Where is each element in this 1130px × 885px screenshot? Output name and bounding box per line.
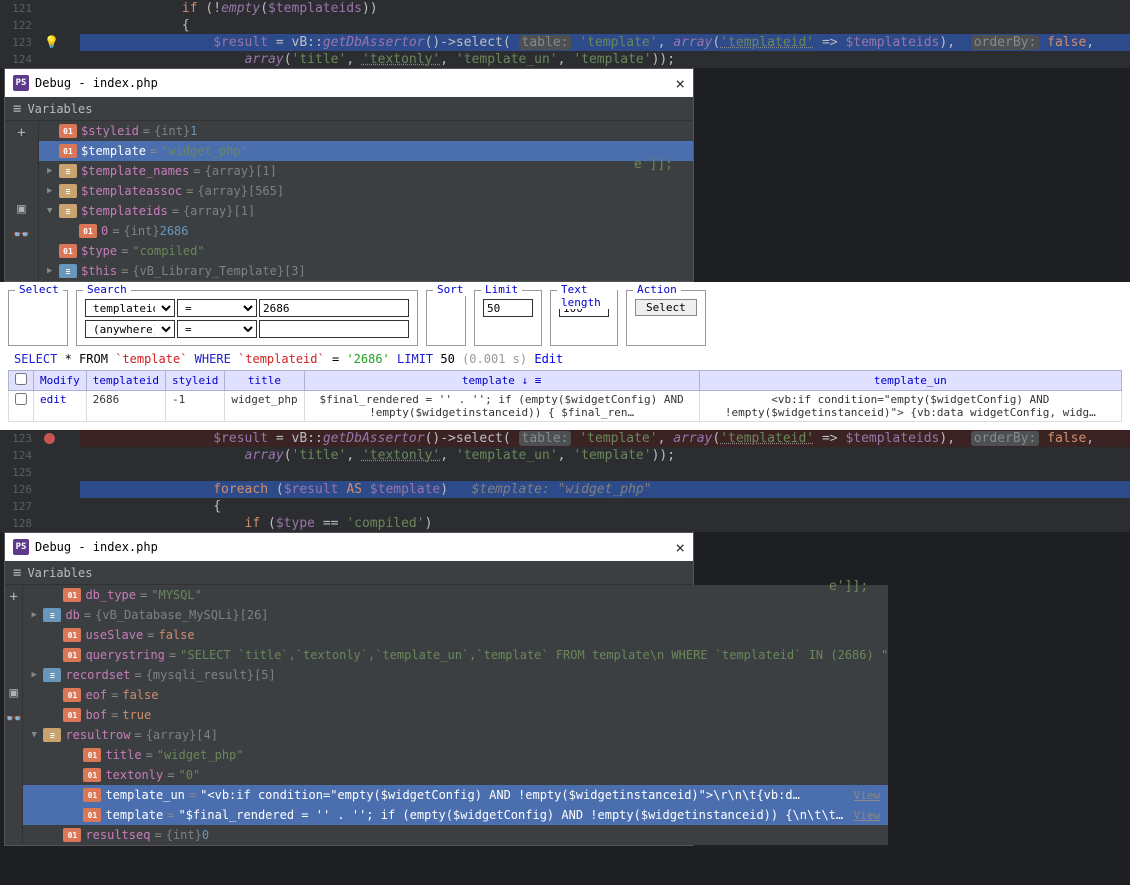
edit-row-link[interactable]: edit [34, 391, 87, 422]
select-fieldset: Select [8, 290, 68, 346]
select-all-checkbox[interactable] [15, 373, 27, 385]
search-fieldset: Search templateid = (anywhere) = [76, 290, 418, 346]
add-icon[interactable]: + [10, 589, 18, 605]
modify-header[interactable]: Modify [34, 371, 87, 391]
search-value-input[interactable] [259, 299, 409, 317]
debug-titlebar[interactable]: PS Debug - index.php × [5, 69, 693, 97]
close-icon[interactable]: × [675, 538, 685, 557]
op-select-2[interactable]: = [177, 320, 257, 338]
line-number: 128 [0, 515, 40, 532]
line-number: 124 [0, 51, 40, 68]
sql-query-display: SELECT * FROM `template` WHERE `template… [8, 352, 1122, 366]
debug-title-label: Debug - index.php [35, 540, 158, 554]
line-number: 122 [0, 17, 40, 34]
field-select[interactable]: templateid [85, 299, 175, 317]
line-number: 123 [0, 34, 40, 51]
debug-title-label: Debug - index.php [35, 76, 158, 90]
debug-sidebar: + ▣ 👓 [5, 585, 23, 845]
line-number: 123 [0, 430, 40, 447]
expand-arrow-icon[interactable]: ▶ [31, 670, 43, 680]
breakpoint-icon[interactable] [44, 433, 55, 444]
intention-bulb-icon[interactable]: 💡 [44, 34, 59, 51]
cell-templateid: 2686 [86, 391, 165, 422]
variable-row-selected: 01$template="widget_php" [39, 141, 693, 161]
line-number: 127 [0, 498, 40, 515]
menu-icon[interactable]: ≡ [13, 101, 21, 117]
debug-panel-bottom: PS Debug - index.php × ≡ Variables + ▣ 👓… [4, 532, 694, 846]
glasses-icon[interactable]: 👓 [5, 711, 22, 727]
styleid-header[interactable]: styleid [165, 371, 224, 391]
debug-tab-bar: ≡ Variables [5, 561, 693, 585]
variables-tab-label[interactable]: Variables [27, 566, 92, 580]
collapse-icon[interactable]: ▣ [10, 685, 18, 701]
view-full-link[interactable]: View [854, 789, 881, 802]
row-checkbox[interactable] [15, 393, 27, 405]
table-row: edit 2686 -1 widget_php $final_rendered … [9, 391, 1122, 422]
op-select[interactable]: = [177, 299, 257, 317]
expand-arrow-icon[interactable]: ▶ [31, 610, 43, 620]
debug-panel-top: PS Debug - index.php × ≡ Variables + ▣ 👓… [4, 68, 694, 282]
menu-icon[interactable]: ≡ [13, 565, 21, 581]
cell-template: $final_rendered = '' . ''; if (empty($wi… [304, 391, 699, 422]
result-table: Modify templateid styleid title template… [8, 370, 1122, 422]
close-icon[interactable]: × [675, 74, 685, 93]
debug-sidebar: + ▣ 👓 [5, 121, 39, 281]
variables-tree[interactable]: e']]; 01$styleid={int} 1 01$template="wi… [39, 121, 693, 281]
title-header[interactable]: title [225, 371, 304, 391]
collapse-arrow-icon[interactable]: ▼ [31, 730, 43, 740]
line-number: 121 [0, 0, 40, 17]
debug-titlebar[interactable]: PS Debug - index.php × [5, 533, 693, 561]
line-number: 124 [0, 447, 40, 464]
debug-tab-bar: ≡ Variables [5, 97, 693, 121]
limit-input[interactable] [483, 299, 533, 317]
variable-row-selected: 01template_un="<vb:if condition="empty($… [23, 785, 888, 805]
collapse-arrow-icon[interactable]: ▼ [47, 206, 59, 216]
line-number: 125 [0, 464, 40, 481]
db-admin-panel: Select Search templateid = (anywhere) = … [0, 282, 1130, 430]
expand-arrow-icon[interactable]: ▶ [47, 266, 59, 276]
ide-icon: PS [13, 75, 29, 91]
anywhere-select[interactable]: (anywhere) [85, 320, 175, 338]
line-number: 126 [0, 481, 40, 498]
cell-template-un: <vb:if condition="empty($widgetConfig) A… [699, 391, 1121, 422]
edit-query-link[interactable]: Edit [534, 352, 563, 366]
ide-icon: PS [13, 539, 29, 555]
search-value-input-2[interactable] [259, 320, 409, 338]
cell-title: widget_php [225, 391, 304, 422]
expand-arrow-icon[interactable]: ▶ [47, 166, 59, 176]
variables-tree[interactable]: e']]; 01db_type="MYSQL" ▶≡db={vB_Databas… [23, 585, 888, 845]
sort-fieldset: Sort [426, 290, 466, 346]
variables-tab-label[interactable]: Variables [27, 102, 92, 116]
cell-styleid: -1 [165, 391, 224, 422]
glasses-icon[interactable]: 👓 [13, 227, 30, 243]
template-un-header[interactable]: template_un [699, 371, 1121, 391]
limit-fieldset: Limit [474, 290, 542, 346]
code-editor-top[interactable]: 121 if (!empty($templateids)) 122 { 123💡… [0, 0, 1130, 68]
textlen-fieldset: Text length [550, 290, 618, 346]
collapse-icon[interactable]: ▣ [17, 201, 25, 217]
select-button[interactable]: Select [635, 299, 697, 316]
add-icon[interactable]: + [17, 125, 25, 141]
action-fieldset: Action Select [626, 290, 706, 346]
code-editor-bottom[interactable]: 123 $result = vB::getDbAssertor()->selec… [0, 430, 1130, 532]
view-full-link[interactable]: View [854, 809, 881, 822]
template-header[interactable]: template ↓ ≡ [304, 371, 699, 391]
templateid-header[interactable]: templateid [86, 371, 165, 391]
expand-arrow-icon[interactable]: ▶ [47, 186, 59, 196]
